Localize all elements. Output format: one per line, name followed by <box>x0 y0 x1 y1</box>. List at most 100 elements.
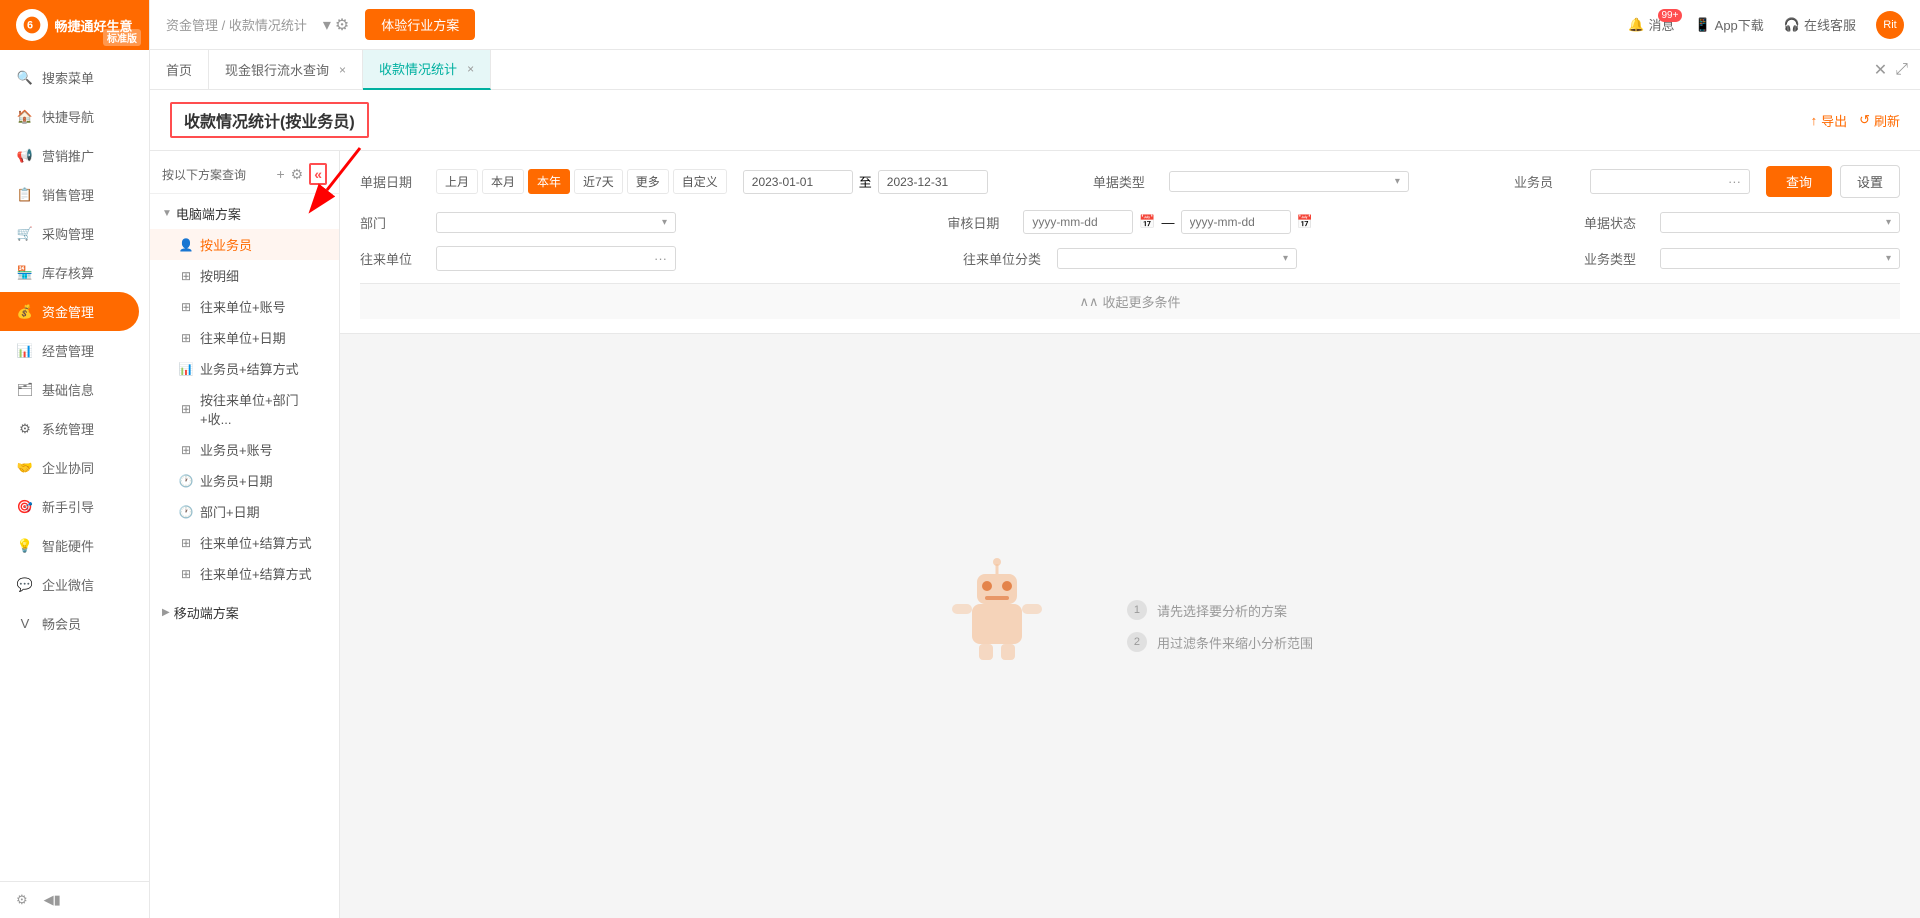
sidebar-item-label: 智能硬件 <box>42 536 94 555</box>
tree-item-staff-account[interactable]: ⊞ 业务员+账号 <box>150 434 339 465</box>
sidebar-item-label: 系统管理 <box>42 419 94 438</box>
collapse-footer-icon[interactable]: ◀▮ <box>44 892 61 908</box>
settings-footer-icon[interactable]: ⚙ <box>16 892 28 908</box>
person-icon: 👤 <box>178 237 194 253</box>
tree-item-label: 按往来单位+部门+收... <box>200 390 327 428</box>
sidebar-item-quicknav[interactable]: 🏠 快捷导航 <box>0 97 149 136</box>
tab-home-label: 首页 <box>166 60 192 79</box>
sidebar-item-label: 资金管理 <box>42 302 94 321</box>
sidebar-item-inventory[interactable]: 🏪 库存核算 <box>0 253 149 292</box>
type-select[interactable]: ▾ <box>1169 171 1409 192</box>
collapse-panel-icon[interactable]: « <box>309 163 327 185</box>
export-button[interactable]: ↑ 导出 <box>1811 111 1848 130</box>
query-button[interactable]: 查询 <box>1766 166 1832 197</box>
tree-desktop-title[interactable]: ▼ 电脑端方案 <box>150 198 339 229</box>
tree-item-label: 部门+日期 <box>200 502 260 521</box>
tree-item-counterpart-date[interactable]: ⊞ 往来单位+日期 <box>150 322 339 353</box>
tab-bank-flow-close[interactable]: × <box>339 63 346 77</box>
date-btn-more[interactable]: 更多 <box>627 169 669 194</box>
export-label: 导出 <box>1821 111 1847 130</box>
refresh-label: 刷新 <box>1874 111 1900 130</box>
tree-item-counterpart-account[interactable]: ⊞ 往来单位+账号 <box>150 291 339 322</box>
breadcrumb-text: 资金管理 / 收款情况统计 <box>166 15 307 34</box>
notification-item[interactable]: 🔔 消息 99+ <box>1628 15 1674 34</box>
tab-bank-flow[interactable]: 现金银行流水查询 × <box>209 50 363 90</box>
sidebar-item-member[interactable]: V 畅会员 <box>0 604 149 643</box>
sidebar-item-operations[interactable]: 📊 经营管理 <box>0 331 149 370</box>
tree-item-by-staff[interactable]: 👤 按业务员 <box>150 229 339 260</box>
date-btn-this-year[interactable]: 本年 <box>528 169 570 194</box>
content-area: 按以下方案查询 + ⚙ « ▼ 电脑端方案 👤 按业务员 <box>150 151 1920 918</box>
review-date-to[interactable] <box>1181 210 1291 234</box>
tree-mobile-section: ▶ 移动端方案 <box>150 593 339 632</box>
category-label: 往来单位分类 <box>963 249 1041 268</box>
app-download-item[interactable]: 📱 App下载 <box>1694 15 1763 34</box>
tree-item-label: 业务员+账号 <box>200 440 273 459</box>
settings-button[interactable]: 设置 <box>1840 165 1900 198</box>
filter-row-2: 部门 ▾ 审核日期 📅 — 📅 <box>360 210 1900 234</box>
step-num-2: 2 <box>1127 632 1147 652</box>
dropdown-icon[interactable]: ▾ <box>323 15 331 35</box>
sidebar-item-basic[interactable]: 🗂 基础信息 <box>0 370 149 409</box>
tab-collection-stats[interactable]: 收款情况统计 × <box>363 50 491 90</box>
biz-type-select[interactable]: ▾ <box>1660 248 1900 269</box>
chart-icon: 📊 <box>178 361 194 377</box>
maximize-icon[interactable]: ⤢ <box>1895 61 1908 79</box>
date-from-input[interactable] <box>743 170 853 194</box>
tree-item-label: 往来单位+结算方式 <box>200 564 312 583</box>
sidebar-item-hardware[interactable]: 💡 智能硬件 <box>0 526 149 565</box>
dept-select[interactable]: ▾ <box>436 212 676 233</box>
sidebar-item-wechat[interactable]: 💬 企业微信 <box>0 565 149 604</box>
tree-item-counterpart-settle2[interactable]: ⊞ 往来单位+结算方式 <box>150 558 339 589</box>
refresh-icon: ↺ <box>1859 112 1870 128</box>
tree-item-staff-settle[interactable]: 📊 业务员+结算方式 <box>150 353 339 384</box>
tree-item-counterpart-dept[interactable]: ⊞ 按往来单位+部门+收... <box>150 384 339 434</box>
trial-button[interactable]: 体验行业方案 <box>365 9 475 40</box>
avatar-area[interactable]: Rit <box>1876 11 1904 39</box>
sidebar-item-purchase[interactable]: 🛒 采购管理 <box>0 214 149 253</box>
tab-collection-stats-close[interactable]: × <box>467 62 474 76</box>
tree-item-detail[interactable]: ⊞ 按明细 <box>150 260 339 291</box>
chevron-down-icon: ▾ <box>1395 176 1400 187</box>
download-icon: 📱 <box>1694 17 1710 33</box>
settings-scheme-icon[interactable]: ⚙ <box>291 166 304 183</box>
tab-collection-stats-label: 收款情况统计 <box>379 59 457 78</box>
sidebar-nav: 🔍 搜索菜单 🏠 快捷导航 📢 营销推广 📋 销售管理 🛒 采购管理 🏪 库存核… <box>0 50 149 881</box>
tree-mobile-title[interactable]: ▶ 移动端方案 <box>150 597 339 628</box>
tree-item-staff-date[interactable]: 🕐 业务员+日期 <box>150 465 339 496</box>
tree-collapse-icon: ▶ <box>162 607 170 618</box>
review-date-from[interactable] <box>1023 210 1133 234</box>
status-select[interactable]: ▾ <box>1660 212 1900 233</box>
tree-desktop-section: ▼ 电脑端方案 👤 按业务员 ⊞ 按明细 ⊞ 往来单位+账号 <box>150 194 339 593</box>
category-select[interactable]: ▾ <box>1057 248 1297 269</box>
tree-item-label: 往来单位+日期 <box>200 328 286 347</box>
counterpart-input[interactable]: ··· <box>436 246 676 271</box>
close-window-icon[interactable]: ✕ <box>1874 60 1887 80</box>
sidebar-item-finance[interactable]: 💰 资金管理 <box>0 292 139 331</box>
date-dash: — <box>1162 215 1175 230</box>
date-btn-custom[interactable]: 自定义 <box>673 169 727 194</box>
date-btn-7days[interactable]: 近7天 <box>574 169 623 194</box>
staff-select[interactable]: ··· <box>1590 169 1750 194</box>
sidebar-item-marketing[interactable]: 📢 营销推广 <box>0 136 149 175</box>
date-to-input[interactable] <box>878 170 988 194</box>
sidebar-item-guide[interactable]: 🎯 新手引导 <box>0 487 149 526</box>
add-scheme-icon[interactable]: + <box>276 166 284 182</box>
refresh-button[interactable]: ↺ 刷新 <box>1859 111 1900 130</box>
tree-item-counterpart-settle1[interactable]: ⊞ 往来单位+结算方式 <box>150 527 339 558</box>
sidebar-item-sales[interactable]: 📋 销售管理 <box>0 175 149 214</box>
gear-icon[interactable]: ⚙ <box>335 15 349 35</box>
date-btn-last-month[interactable]: 上月 <box>436 169 478 194</box>
filter-actions: 查询 设置 <box>1766 165 1900 198</box>
grid-icon: ⊞ <box>178 330 194 346</box>
online-service-item[interactable]: 🎧 在线客服 <box>1784 15 1856 34</box>
tab-home[interactable]: 首页 <box>150 50 209 90</box>
tree-item-dept-date[interactable]: 🕐 部门+日期 <box>150 496 339 527</box>
sidebar-item-enterprise[interactable]: 🤝 企业协同 <box>0 448 149 487</box>
sidebar-item-system[interactable]: ⚙ 系统管理 <box>0 409 149 448</box>
sales-icon: 📋 <box>16 186 34 204</box>
collapse-filter-btn[interactable]: ∧∧ 收起更多条件 <box>360 283 1900 319</box>
header-tools: ▾ ⚙ <box>323 15 349 35</box>
date-btn-this-month[interactable]: 本月 <box>482 169 524 194</box>
sidebar-item-search[interactable]: 🔍 搜索菜单 <box>0 58 149 97</box>
